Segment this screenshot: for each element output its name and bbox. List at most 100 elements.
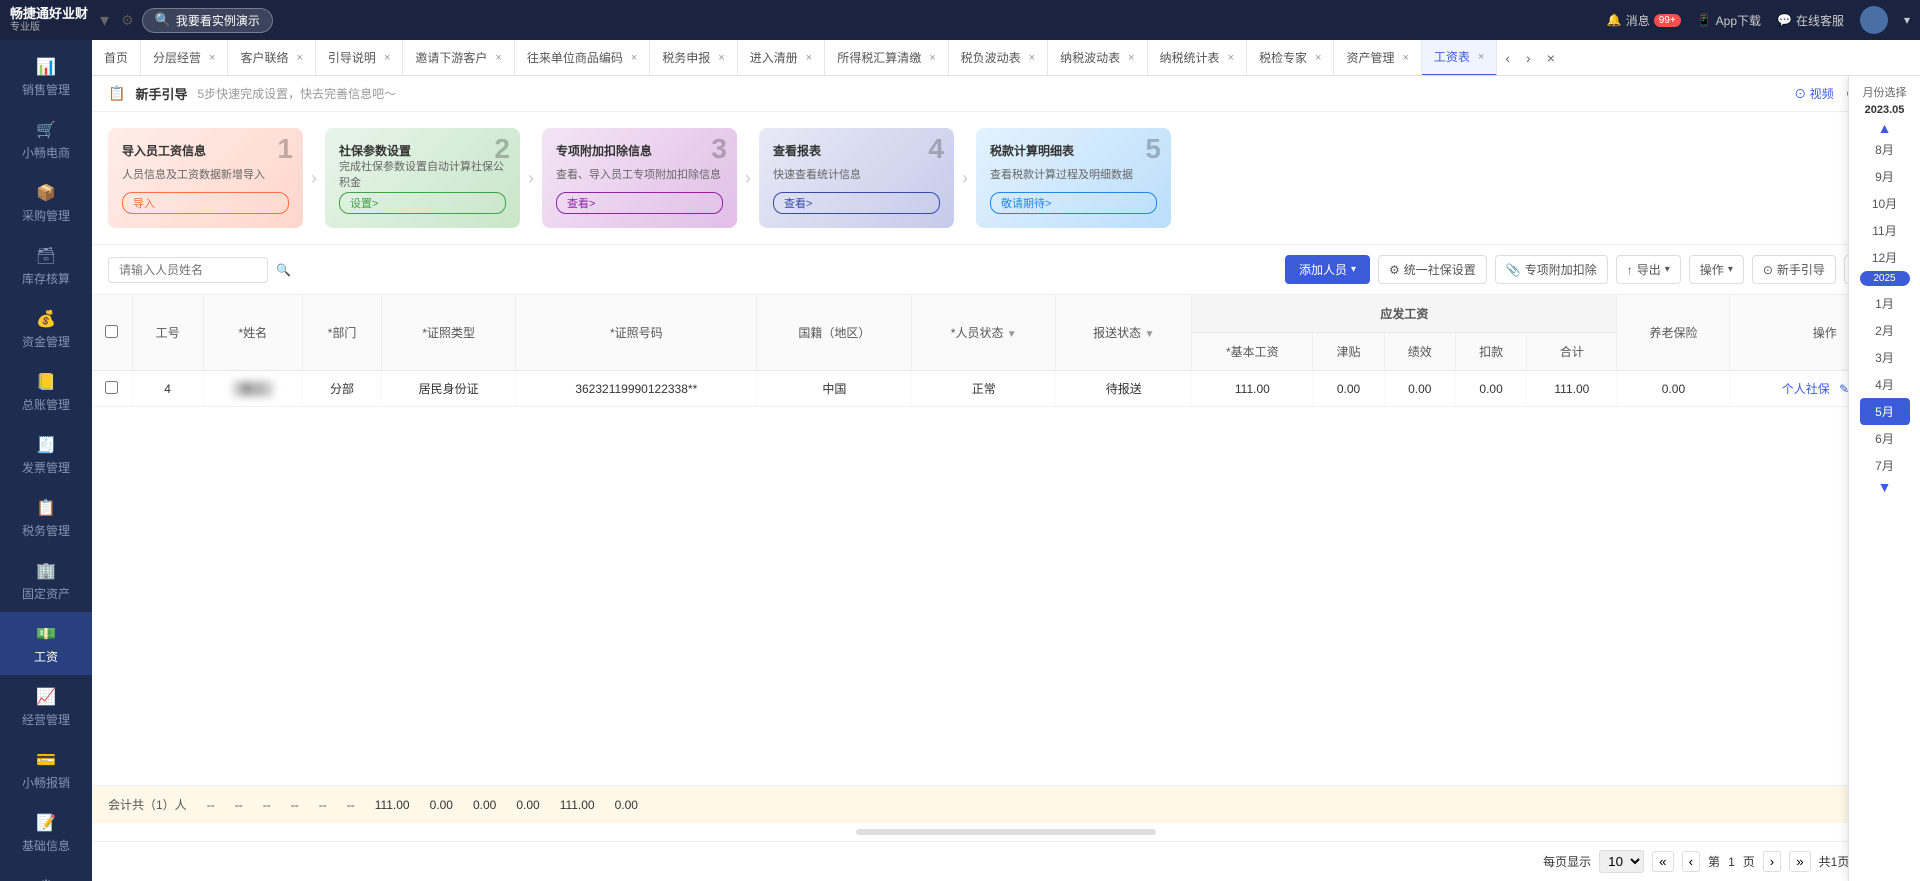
tab-close-icon[interactable]: × bbox=[929, 52, 935, 64]
tab-product-code[interactable]: 往来单位商品编码 × bbox=[515, 40, 650, 76]
tab-tax-stats[interactable]: 纳税统计表 × bbox=[1148, 40, 1247, 76]
month-8[interactable]: 8月 bbox=[1860, 136, 1910, 163]
month-7[interactable]: 7月 bbox=[1860, 452, 1910, 479]
first-page-btn[interactable]: « bbox=[1652, 851, 1673, 872]
step-3-btn[interactable]: 查看> bbox=[556, 192, 723, 214]
newbie-guide-btn[interactable]: ⊙ 新手引导 bbox=[1752, 255, 1836, 284]
month-4[interactable]: 4月 bbox=[1860, 371, 1910, 398]
sidebar-item-ledger[interactable]: 📒 总账管理 bbox=[0, 360, 92, 423]
tab-prev-btn[interactable]: ‹ bbox=[1497, 50, 1518, 66]
tab-customer[interactable]: 客户联络 × bbox=[228, 40, 315, 76]
sidebar-item-purchase[interactable]: 📦 采购管理 bbox=[0, 171, 92, 234]
tab-close-icon[interactable]: × bbox=[806, 52, 812, 64]
add-person-btn[interactable]: 添加人员 ▾ bbox=[1285, 255, 1370, 284]
tab-tax-burden[interactable]: 税负波动表 × bbox=[949, 40, 1048, 76]
tab-tax-fluctuation[interactable]: 纳税波动表 × bbox=[1048, 40, 1147, 76]
tab-close-icon[interactable]: × bbox=[1029, 52, 1035, 64]
tab-home[interactable]: 首页 bbox=[92, 40, 141, 76]
sidebar-item-expense[interactable]: 💳 小畅报销 bbox=[0, 738, 92, 801]
tab-tax-expert[interactable]: 税检专家 × bbox=[1247, 40, 1334, 76]
tab-close-icon[interactable]: × bbox=[209, 52, 215, 64]
notification-btn[interactable]: 🔔 消息 99+ bbox=[1607, 12, 1681, 29]
step-5-btn[interactable]: 敬请期待> bbox=[990, 192, 1157, 214]
tab-close-icon[interactable]: × bbox=[1228, 52, 1234, 64]
export-btn[interactable]: ↑ 导出 ▾ bbox=[1616, 255, 1681, 284]
month-12[interactable]: 12月 bbox=[1860, 244, 1910, 271]
sidebar-item-assets[interactable]: 🏢 固定资产 bbox=[0, 549, 92, 612]
tab-payroll[interactable]: 工资表 × bbox=[1422, 40, 1497, 76]
online-service-btn[interactable]: 💬 在线客服 bbox=[1777, 12, 1844, 29]
month-5-active[interactable]: 5月 bbox=[1860, 398, 1910, 425]
month-11[interactable]: 11月 bbox=[1860, 217, 1910, 244]
sidebar-item-finance[interactable]: 💰 资金管理 bbox=[0, 297, 92, 360]
operations-btn[interactable]: 操作 ▾ bbox=[1689, 255, 1744, 284]
sidebar-item-invoice[interactable]: 🧾 发票管理 bbox=[0, 423, 92, 486]
month-1[interactable]: 1月 bbox=[1860, 290, 1910, 317]
tab-guide-desc[interactable]: 引导说明 × bbox=[316, 40, 403, 76]
footer-dash-2: -- bbox=[235, 798, 243, 812]
special-deduction-btn[interactable]: 📎 专项附加扣除 bbox=[1495, 255, 1608, 284]
td-base-salary: 111.00 bbox=[1192, 371, 1313, 407]
status-filter-icon[interactable]: ▼ bbox=[1007, 329, 1017, 340]
step-1-btn[interactable]: 导入 bbox=[122, 192, 289, 214]
report-filter-icon[interactable]: ▼ bbox=[1145, 329, 1155, 340]
month-down-btn[interactable]: ▼ bbox=[1878, 479, 1892, 495]
per-page-select[interactable]: 10 bbox=[1599, 850, 1644, 873]
next-page-btn[interactable]: › bbox=[1763, 851, 1781, 872]
scroll-bar-area bbox=[92, 823, 1920, 841]
month-2[interactable]: 2月 bbox=[1860, 317, 1910, 344]
search-input[interactable] bbox=[108, 257, 268, 283]
app-download-btn[interactable]: 📱 App下载 bbox=[1697, 12, 1761, 29]
row-checkbox[interactable] bbox=[105, 381, 118, 394]
logo-dropdown[interactable]: ▾ bbox=[100, 10, 109, 31]
tab-close-icon[interactable]: × bbox=[1478, 51, 1484, 63]
tab-tiered-ops[interactable]: 分层经营 × bbox=[141, 40, 228, 76]
avatar[interactable] bbox=[1860, 6, 1888, 34]
footer-performance: 0.00 bbox=[473, 798, 496, 812]
sidebar-item-operations[interactable]: 📈 经营管理 bbox=[0, 675, 92, 738]
tab-clearance[interactable]: 进入清册 × bbox=[738, 40, 825, 76]
tab-close-icon[interactable]: × bbox=[384, 52, 390, 64]
year-badge-2025[interactable]: 2025 bbox=[1860, 271, 1910, 286]
tab-asset-mgmt[interactable]: 资产管理 × bbox=[1334, 40, 1421, 76]
tab-close-icon[interactable]: × bbox=[1315, 52, 1321, 64]
month-up-btn[interactable]: ▲ bbox=[1878, 120, 1892, 136]
search-button[interactable]: 🔍 bbox=[276, 263, 291, 277]
month-10[interactable]: 10月 bbox=[1860, 190, 1910, 217]
unified-settings-btn[interactable]: ⚙ 统一社保设置 bbox=[1378, 255, 1487, 284]
last-page-btn[interactable]: » bbox=[1789, 851, 1810, 872]
sidebar-item-payroll[interactable]: 💵 工资 bbox=[0, 612, 92, 675]
settings-icon[interactable]: ⚙ bbox=[121, 12, 134, 29]
tab-next-btn[interactable]: › bbox=[1518, 50, 1539, 66]
prev-page-btn[interactable]: ‹ bbox=[1682, 851, 1700, 872]
month-6[interactable]: 6月 bbox=[1860, 425, 1910, 452]
action-social-insurance-link[interactable]: 个人社保 bbox=[1782, 382, 1830, 396]
sidebar-item-tax[interactable]: 📋 税务管理 bbox=[0, 486, 92, 549]
tab-tax-report[interactable]: 税务申报 × bbox=[650, 40, 737, 76]
demo-search[interactable]: 🔍 我要看实例演示 bbox=[142, 8, 273, 33]
tab-close-icon[interactable]: × bbox=[495, 52, 501, 64]
tab-invite[interactable]: 邀请下游客户 × bbox=[403, 40, 514, 76]
month-9[interactable]: 9月 bbox=[1860, 163, 1910, 190]
tab-close-all-btn[interactable]: × bbox=[1539, 50, 1563, 66]
sidebar-item-inventory[interactable]: 🗃 库存核算 bbox=[0, 234, 92, 297]
tab-close-icon[interactable]: × bbox=[296, 52, 302, 64]
guide-video-btn[interactable]: ⊙ 视频 bbox=[1794, 85, 1833, 102]
step-4-btn[interactable]: 查看> bbox=[773, 192, 940, 214]
step-2-btn[interactable]: 设置> bbox=[339, 192, 506, 214]
tab-close-icon[interactable]: × bbox=[631, 52, 637, 64]
select-all-checkbox[interactable] bbox=[105, 325, 118, 338]
month-3[interactable]: 3月 bbox=[1860, 344, 1910, 371]
user-menu[interactable]: ▾ bbox=[1904, 13, 1910, 27]
sidebar-item-basic-info[interactable]: 📝 基础信息 bbox=[0, 801, 92, 864]
tab-close-icon[interactable]: × bbox=[1402, 52, 1408, 64]
sidebar-item-ecommerce[interactable]: 🛒 小畅电商 bbox=[0, 108, 92, 171]
tab-income-tax[interactable]: 所得税汇算清缴 × bbox=[825, 40, 948, 76]
sidebar-item-sales[interactable]: 📊 销售管理 bbox=[0, 45, 92, 108]
horizontal-scrollbar[interactable] bbox=[856, 829, 1156, 835]
tab-close-icon[interactable]: × bbox=[1128, 52, 1134, 64]
tab-close-icon[interactable]: × bbox=[718, 52, 724, 64]
th-id: 工号 bbox=[132, 295, 203, 371]
th-salary-group: 应发工资 bbox=[1192, 295, 1617, 333]
sidebar-item-system[interactable]: ⚙ 系统管理 bbox=[0, 864, 92, 881]
